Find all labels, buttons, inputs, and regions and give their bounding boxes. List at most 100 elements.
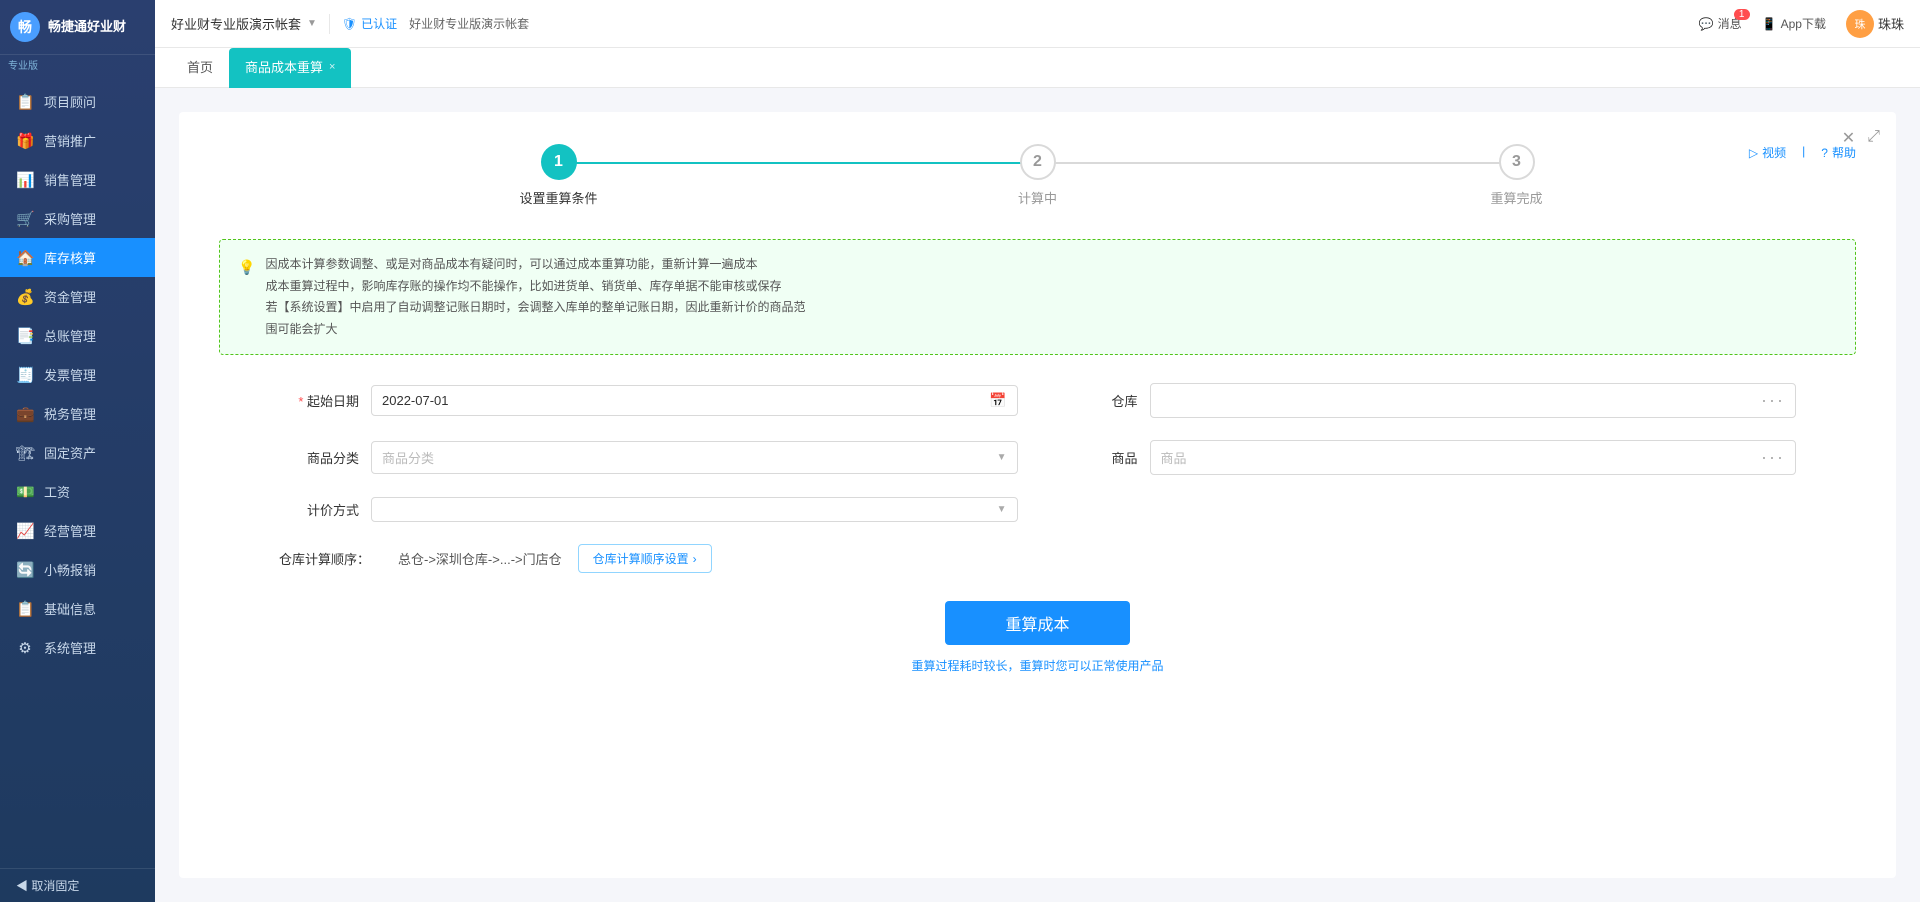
arrow-right-icon: ›: [693, 552, 697, 566]
calendar-icon[interactable]: 📅: [989, 392, 1006, 409]
basic-icon: 📋: [16, 600, 34, 618]
content-card: ✕ ⤢ ▷ 视频 | ? 帮助 1 设置重算条件: [179, 112, 1896, 878]
form-row-3: 计价方式 ▼: [279, 497, 1796, 522]
start-date-input[interactable]: 2022-07-01 📅: [371, 385, 1018, 416]
step-1-label: 设置重算条件: [519, 188, 597, 207]
marketing-icon: 🎁: [16, 132, 34, 150]
sidebar-item-assets[interactable]: 🏗 固定资产: [0, 433, 155, 472]
sidebar-item-label: 基础信息: [44, 599, 96, 618]
form-section: * 起始日期 2022-07-01 📅 仓库 ···: [219, 383, 1856, 522]
sidebar-item-system[interactable]: ⚙ 系统管理: [0, 628, 155, 667]
divider: [329, 14, 330, 34]
sidebar-item-label: 固定资产: [44, 443, 96, 462]
topbar: 好业财专业版演示帐套 ▼ 🛡 已认证 好业财专业版演示帐套 💬 消息 1 📱 A…: [155, 0, 1920, 48]
start-date-value: 2022-07-01: [382, 393, 449, 408]
tab-close-icon[interactable]: ×: [329, 61, 335, 73]
category-select[interactable]: 商品分类 ▼: [371, 441, 1018, 474]
category-field: 商品分类 商品分类 ▼: [279, 441, 1018, 474]
project-icon: 📋: [16, 93, 34, 111]
recalc-button[interactable]: 重算成本: [945, 601, 1129, 645]
steps-indicator: 1 设置重算条件 2 计算中 3 重算完成: [219, 144, 1856, 207]
info-box: 💡 因成本计算参数调整、或是对商品成本有疑问时，可以通过成本重算功能，重新计算一…: [219, 239, 1856, 355]
sidebar-item-finance[interactable]: 💰 资金管理: [0, 277, 155, 316]
invoice-icon: 🧾: [16, 366, 34, 384]
sidebar-item-tax[interactable]: 💼 税务管理: [0, 394, 155, 433]
purchase-icon: 🛒: [16, 210, 34, 228]
inventory-icon: 🏠: [16, 249, 34, 267]
sidebar-item-operation[interactable]: 📈 经营管理: [0, 511, 155, 550]
sidebar-item-label: 项目顾问: [44, 92, 96, 111]
recalc-hint: 重算过程耗时较长，重算时您可以正常使用产品: [911, 657, 1163, 674]
shield-icon: 🛡: [342, 17, 357, 31]
recalc-section: 重算成本 重算过程耗时较长，重算时您可以正常使用产品: [219, 601, 1856, 674]
user-profile[interactable]: 珠 珠珠: [1846, 10, 1904, 38]
message-badge: 1: [1734, 9, 1750, 20]
warehouse-label: 仓库: [1058, 391, 1138, 410]
product-placeholder: 商品: [1161, 448, 1187, 467]
warehouse-order-row: 仓库计算顺序： 总仓->深圳仓库->...->门店仓 仓库计算顺序设置 ›: [219, 544, 1856, 573]
sidebar-item-label: 库存核算: [44, 248, 96, 267]
step-2-circle: 2: [1020, 144, 1056, 180]
sidebar-item-label: 营销推广: [44, 131, 96, 150]
warehouse-input[interactable]: ···: [1150, 383, 1797, 418]
sidebar-logo: 畅 畅捷通好业财: [0, 0, 155, 55]
expense-icon: 🔄: [16, 561, 34, 579]
sidebar-item-label: 销售管理: [44, 170, 96, 189]
tab-recalc[interactable]: 商品成本重算 ×: [229, 48, 351, 88]
tab-recalc-label: 商品成本重算: [245, 57, 323, 76]
salary-icon: 💵: [16, 483, 34, 501]
warehouse-order-label: 仓库计算顺序：: [279, 549, 370, 568]
sidebar-item-marketing[interactable]: 🎁 营销推广: [0, 121, 155, 160]
sidebar-item-purchase[interactable]: 🛒 采购管理: [0, 199, 155, 238]
content-area: ✕ ⤢ ▷ 视频 | ? 帮助 1 设置重算条件: [155, 88, 1920, 902]
sidebar-item-expense[interactable]: 🔄 小畅报销: [0, 550, 155, 589]
app-logo-icon: 畅: [10, 12, 40, 42]
sidebar-item-label: 总账管理: [44, 326, 96, 345]
sidebar-nav: 📋 项目顾问 🎁 营销推广 📊 销售管理 🛒 采购管理 🏠 库存核算 💰 资金管…: [0, 78, 155, 868]
avatar: 珠: [1846, 10, 1874, 38]
app-download-button[interactable]: 📱 App下载: [1762, 15, 1826, 32]
sidebar-item-basic[interactable]: 📋 基础信息: [0, 589, 155, 628]
tab-home[interactable]: 首页: [171, 48, 229, 88]
sidebar-item-label: 发票管理: [44, 365, 96, 384]
sidebar-item-salary[interactable]: 💵 工资: [0, 472, 155, 511]
step-2-label: 计算中: [1018, 188, 1057, 207]
sidebar-item-accounting[interactable]: 📑 总账管理: [0, 316, 155, 355]
pricing-field: 计价方式 ▼: [279, 497, 1018, 522]
operation-icon: 📈: [16, 522, 34, 540]
sidebar-item-label: 系统管理: [44, 638, 96, 657]
step-3-circle: 3: [1499, 144, 1535, 180]
sidebar-item-invoice[interactable]: 🧾 发票管理: [0, 355, 155, 394]
message-button[interactable]: 💬 消息 1: [1699, 15, 1742, 32]
product-input[interactable]: 商品 ···: [1150, 440, 1797, 475]
sidebar-unpin-button[interactable]: ◀ 取消固定: [0, 868, 155, 902]
sidebar-item-project[interactable]: 📋 项目顾问: [0, 82, 155, 121]
info-icon: 💡: [238, 255, 255, 340]
main-area: 好业财专业版演示帐套 ▼ 🛡 已认证 好业财专业版演示帐套 💬 消息 1 📱 A…: [155, 0, 1920, 902]
pricing-label: 计价方式: [279, 500, 359, 519]
step-2: 2 计算中: [798, 144, 1277, 207]
warehouse-order-value: 总仓->深圳仓库->...->门店仓: [398, 549, 562, 568]
step-3-label: 重算完成: [1490, 188, 1542, 207]
expand-button[interactable]: ⤢: [1867, 128, 1880, 148]
step-3: 3 重算完成: [1277, 144, 1756, 207]
start-date-label: * 起始日期: [279, 391, 359, 410]
warehouse-more-icon[interactable]: ···: [1761, 390, 1785, 411]
category-label: 商品分类: [279, 448, 359, 467]
form-row-2: 商品分类 商品分类 ▼ 商品 商品 ···: [279, 440, 1796, 475]
sidebar-item-inventory[interactable]: 🏠 库存核算: [0, 238, 155, 277]
product-more-icon[interactable]: ···: [1761, 447, 1785, 468]
form-row-1: * 起始日期 2022-07-01 📅 仓库 ···: [279, 383, 1796, 418]
account-selector[interactable]: 好业财专业版演示帐套 ▼: [171, 14, 317, 33]
pricing-select[interactable]: ▼: [371, 497, 1018, 522]
sidebar-item-label: 工资: [44, 482, 70, 501]
sidebar-item-label: 资金管理: [44, 287, 96, 306]
warehouse-order-settings-button[interactable]: 仓库计算顺序设置 ›: [578, 544, 712, 573]
warehouse-field: 仓库 ···: [1058, 383, 1797, 418]
sidebar-item-sales[interactable]: 📊 销售管理: [0, 160, 155, 199]
verified-badge: 🛡 已认证: [342, 15, 397, 32]
info-text: 因成本计算参数调整、或是对商品成本有疑问时，可以通过成本重算功能，重新计算一遍成…: [265, 254, 805, 340]
account-dropdown-icon: ▼: [307, 18, 317, 29]
sidebar-item-label: 经营管理: [44, 521, 96, 540]
sidebar: 畅 畅捷通好业财 专业版 📋 项目顾问 🎁 营销推广 📊 销售管理 🛒 采购管理…: [0, 0, 155, 902]
